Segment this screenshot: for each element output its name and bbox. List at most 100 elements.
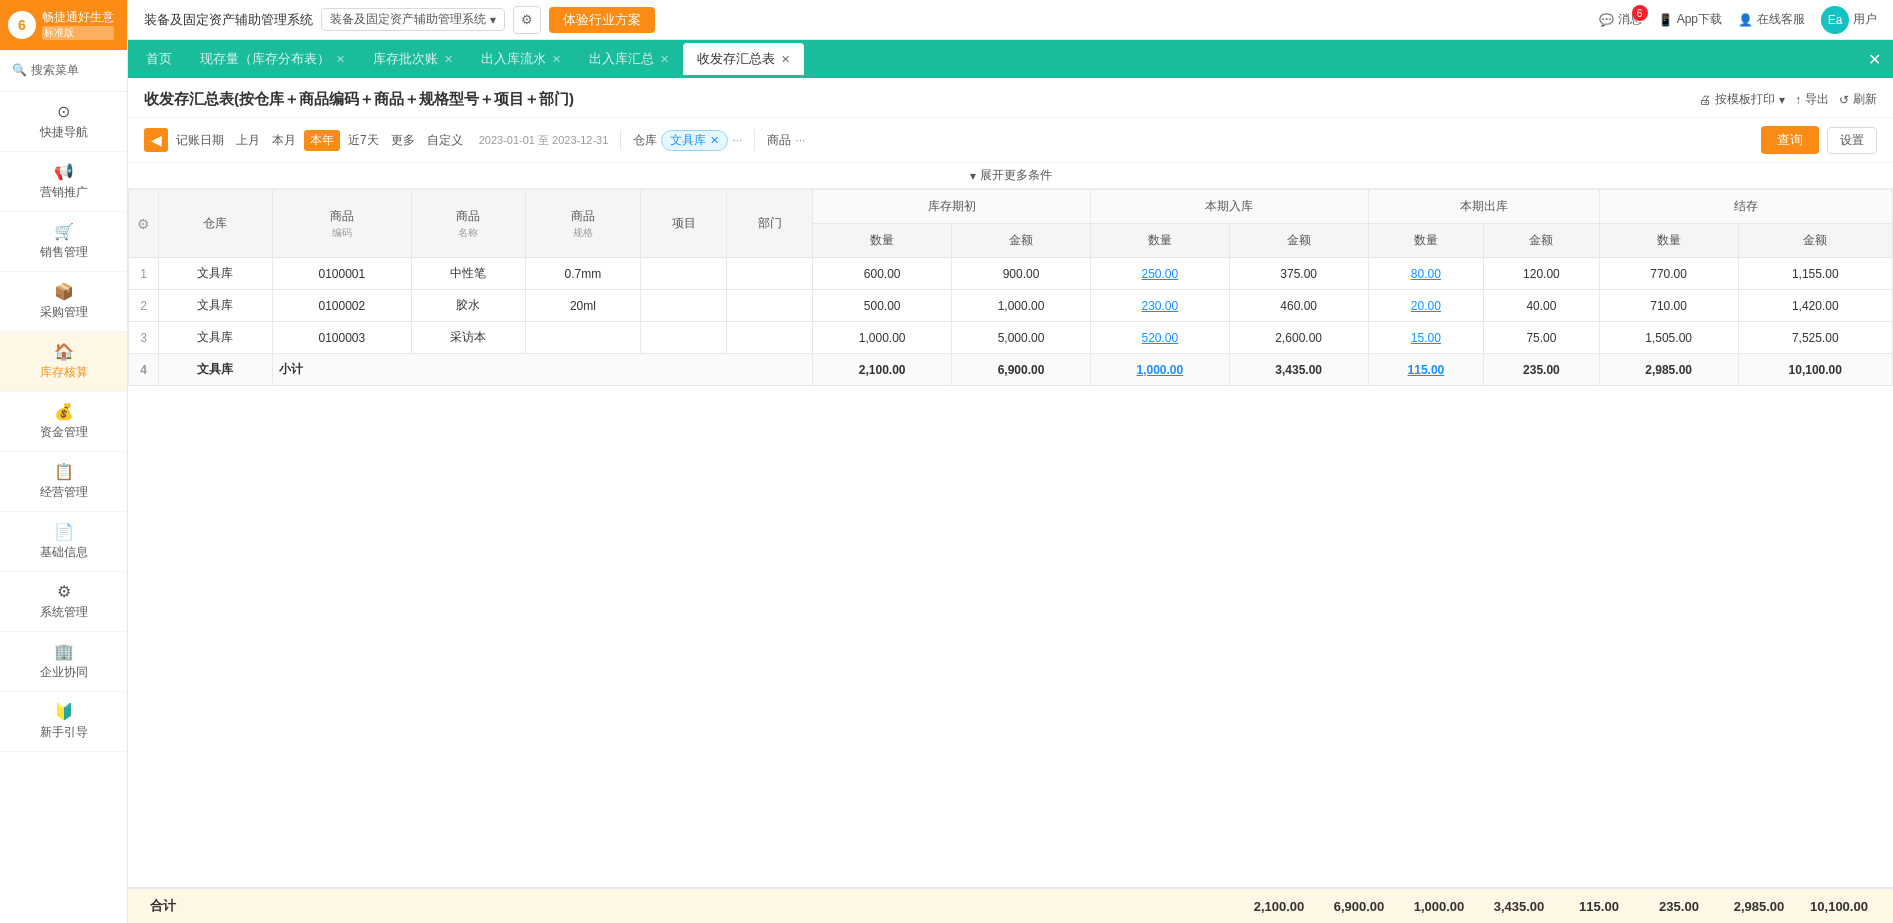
tab-home[interactable]: 首页 — [132, 43, 186, 75]
sidebar-item-finance[interactable]: 💰 资金管理 — [0, 392, 127, 452]
sidebar-item-label-guide: 新手引导 — [40, 724, 88, 741]
tab-batch-account-close[interactable]: ✕ — [444, 53, 453, 66]
tab-inout-summary-close[interactable]: ✕ — [660, 53, 669, 66]
tab-recv-send-summary-close[interactable]: ✕ — [781, 53, 790, 66]
row-1-in-qty[interactable]: 250.00 — [1090, 258, 1229, 290]
sidebar-item-system[interactable]: ⚙ 系统管理 — [0, 572, 127, 632]
row-2-goods-spec: 20ml — [525, 290, 641, 322]
row-1-goods-spec: 0.7mm — [525, 258, 641, 290]
sidebar-item-base-info[interactable]: 📄 基础信息 — [0, 512, 127, 572]
trial-button[interactable]: 体验行业方案 — [549, 7, 655, 33]
sidebar-item-purchase[interactable]: 📦 采购管理 — [0, 272, 127, 332]
message-icon: 💬 — [1599, 13, 1614, 27]
filter-toggle-button[interactable]: ◀ — [144, 128, 168, 152]
tabbar-close-all[interactable]: ✕ — [1860, 50, 1889, 69]
date-btn-7days[interactable]: 近7天 — [344, 130, 383, 151]
page-title: 收发存汇总表(按仓库＋商品编码＋商品＋规格型号＋项目＋部门) — [144, 90, 574, 109]
sidebar-item-operations[interactable]: 📋 经营管理 — [0, 452, 127, 512]
col-project-header: 项目 — [641, 190, 727, 258]
refresh-icon: ↺ — [1839, 93, 1849, 107]
system-icon: ⚙ — [57, 582, 71, 601]
date-btn-custom[interactable]: 自定义 — [423, 130, 467, 151]
chevron-down-icon: ▾ — [1779, 93, 1785, 107]
col-goods-spec-header: 商品规格 — [525, 190, 641, 258]
row-2-warehouse: 文具库 — [159, 290, 273, 322]
query-button[interactable]: 查询 — [1761, 126, 1819, 154]
system-title: 装备及固定资产辅助管理系统 — [144, 11, 313, 29]
table-row: 2 文具库 0100002 胶水 20ml 500.00 1,000.00 23… — [129, 290, 1893, 322]
topbar-right: 💬 消息 6 📱 App下载 👤 在线客服 Ea 用户 — [1599, 6, 1877, 34]
search-menu-button[interactable]: 🔍 搜索菜单 — [8, 58, 119, 83]
tab-batch-account[interactable]: 库存批次账 ✕ — [359, 43, 467, 75]
sidebar-item-guide[interactable]: 🔰 新手引导 — [0, 692, 127, 752]
sidebar-item-quick-nav[interactable]: ⊙ 快捷导航 — [0, 92, 127, 152]
tab-inout-summary[interactable]: 出入库汇总 ✕ — [575, 43, 683, 75]
expand-more-button[interactable]: ▾ 展开更多条件 — [970, 167, 1052, 184]
tab-inout-flow[interactable]: 出入库流水 ✕ — [467, 43, 575, 75]
marketing-icon: 📢 — [54, 162, 74, 181]
row-2-in-qty[interactable]: 230.00 — [1090, 290, 1229, 322]
date-btn-this-year[interactable]: 本年 — [304, 130, 340, 151]
refresh-button[interactable]: ↺ 刷新 — [1839, 91, 1877, 108]
row-3-in-amt: 2,600.00 — [1229, 322, 1368, 354]
table-row: 3 文具库 0100003 采访本 1,000.00 5,000.00 520.… — [129, 322, 1893, 354]
row-2-out-qty[interactable]: 20.00 — [1368, 290, 1484, 322]
subtotal-out-qty[interactable]: 115.00 — [1368, 354, 1484, 386]
topbar-left: 装备及固定资产辅助管理系统 装备及固定资产辅助管理系统 ▾ ⚙ 体验行业方案 — [144, 6, 655, 34]
goods-filter-ellipsis[interactable]: ··· — [795, 133, 805, 147]
date-btn-last-month[interactable]: 上月 — [232, 130, 264, 151]
page-area: 收发存汇总表(按仓库＋商品编码＋商品＋规格型号＋项目＋部门) 🖨 按模板打印 ▾… — [128, 78, 1893, 923]
online-service-action[interactable]: 👤 在线客服 — [1738, 11, 1805, 28]
tab-recv-send-summary[interactable]: 收发存汇总表 ✕ — [683, 43, 804, 75]
row-1-out-qty[interactable]: 80.00 — [1368, 258, 1484, 290]
sidebar-item-enterprise[interactable]: 🏢 企业协同 — [0, 632, 127, 692]
row-1-close-amt: 1,155.00 — [1738, 258, 1892, 290]
sidebar-item-marketing[interactable]: 📢 营销推广 — [0, 152, 127, 212]
row-3-in-qty[interactable]: 520.00 — [1090, 322, 1229, 354]
subtotal-in-amt: 3,435.00 — [1229, 354, 1368, 386]
row-1-open-amt: 900.00 — [952, 258, 1091, 290]
message-action[interactable]: 💬 消息 6 — [1599, 11, 1642, 28]
sidebar: 6 畅捷通好生意 标准版 🔍 搜索菜单 ⊙ 快捷导航 📢 营销推广 🛒 销售管理… — [0, 0, 128, 923]
search-icon: 🔍 — [12, 63, 27, 77]
finance-icon: 💰 — [54, 402, 74, 421]
total-close-amt: 10,100.00 — [1799, 899, 1879, 914]
purchase-icon: 📦 — [54, 282, 74, 301]
tab-inout-flow-close[interactable]: ✕ — [552, 53, 561, 66]
logo-text-group: 畅捷通好生意 标准版 — [42, 10, 114, 40]
tab-inventory-dist[interactable]: 现存量（库存分布表） ✕ — [186, 43, 359, 75]
col-settings[interactable]: ⚙ — [129, 190, 159, 258]
tab-inventory-dist-close[interactable]: ✕ — [336, 53, 345, 66]
subtotal-in-qty[interactable]: 1,000.00 — [1090, 354, 1229, 386]
gear-icon: ⚙ — [521, 12, 533, 27]
table-settings-icon[interactable]: ⚙ — [137, 216, 150, 232]
date-btn-this-month[interactable]: 本月 — [268, 130, 300, 151]
app-download-action[interactable]: 📱 App下载 — [1658, 11, 1722, 28]
operations-icon: 📋 — [54, 462, 74, 481]
search-menu-label: 搜索菜单 — [31, 62, 79, 79]
enterprise-icon: 🏢 — [54, 642, 74, 661]
sidebar-item-inventory[interactable]: 🏠 库存核算 — [0, 332, 127, 392]
system-selector[interactable]: 装备及固定资产辅助管理系统 ▾ — [321, 8, 505, 31]
print-button[interactable]: 🖨 按模板打印 ▾ — [1699, 91, 1785, 108]
logo-name: 畅捷通好生意 — [42, 10, 114, 26]
warehouse-tag-close[interactable]: ✕ — [710, 134, 719, 147]
export-button[interactable]: ↑ 导出 — [1795, 91, 1829, 108]
sidebar-item-label-system: 系统管理 — [40, 604, 88, 621]
user-action[interactable]: Ea 用户 — [1821, 6, 1877, 34]
col-opening-header: 库存期初 — [813, 190, 1091, 224]
warehouse-filter-ellipsis[interactable]: ··· — [732, 133, 742, 147]
tab-batch-account-label: 库存批次账 — [373, 50, 438, 68]
settings-button[interactable]: 设置 — [1827, 127, 1877, 154]
main-content: 装备及固定资产辅助管理系统 装备及固定资产辅助管理系统 ▾ ⚙ 体验行业方案 💬… — [128, 0, 1893, 923]
settings-button[interactable]: ⚙ — [513, 6, 541, 34]
row-3-warehouse: 文具库 — [159, 322, 273, 354]
row-3-out-qty[interactable]: 15.00 — [1368, 322, 1484, 354]
sidebar-item-sales[interactable]: 🛒 销售管理 — [0, 212, 127, 272]
date-btn-more[interactable]: 更多 — [387, 130, 419, 151]
warehouse-filter-label: 仓库 — [633, 132, 657, 149]
row-3-num: 3 — [129, 322, 159, 354]
row-2-department — [727, 290, 813, 322]
sidebar-logo[interactable]: 6 畅捷通好生意 标准版 — [0, 0, 127, 50]
sidebar-search-area: 🔍 搜索菜单 — [0, 50, 127, 92]
